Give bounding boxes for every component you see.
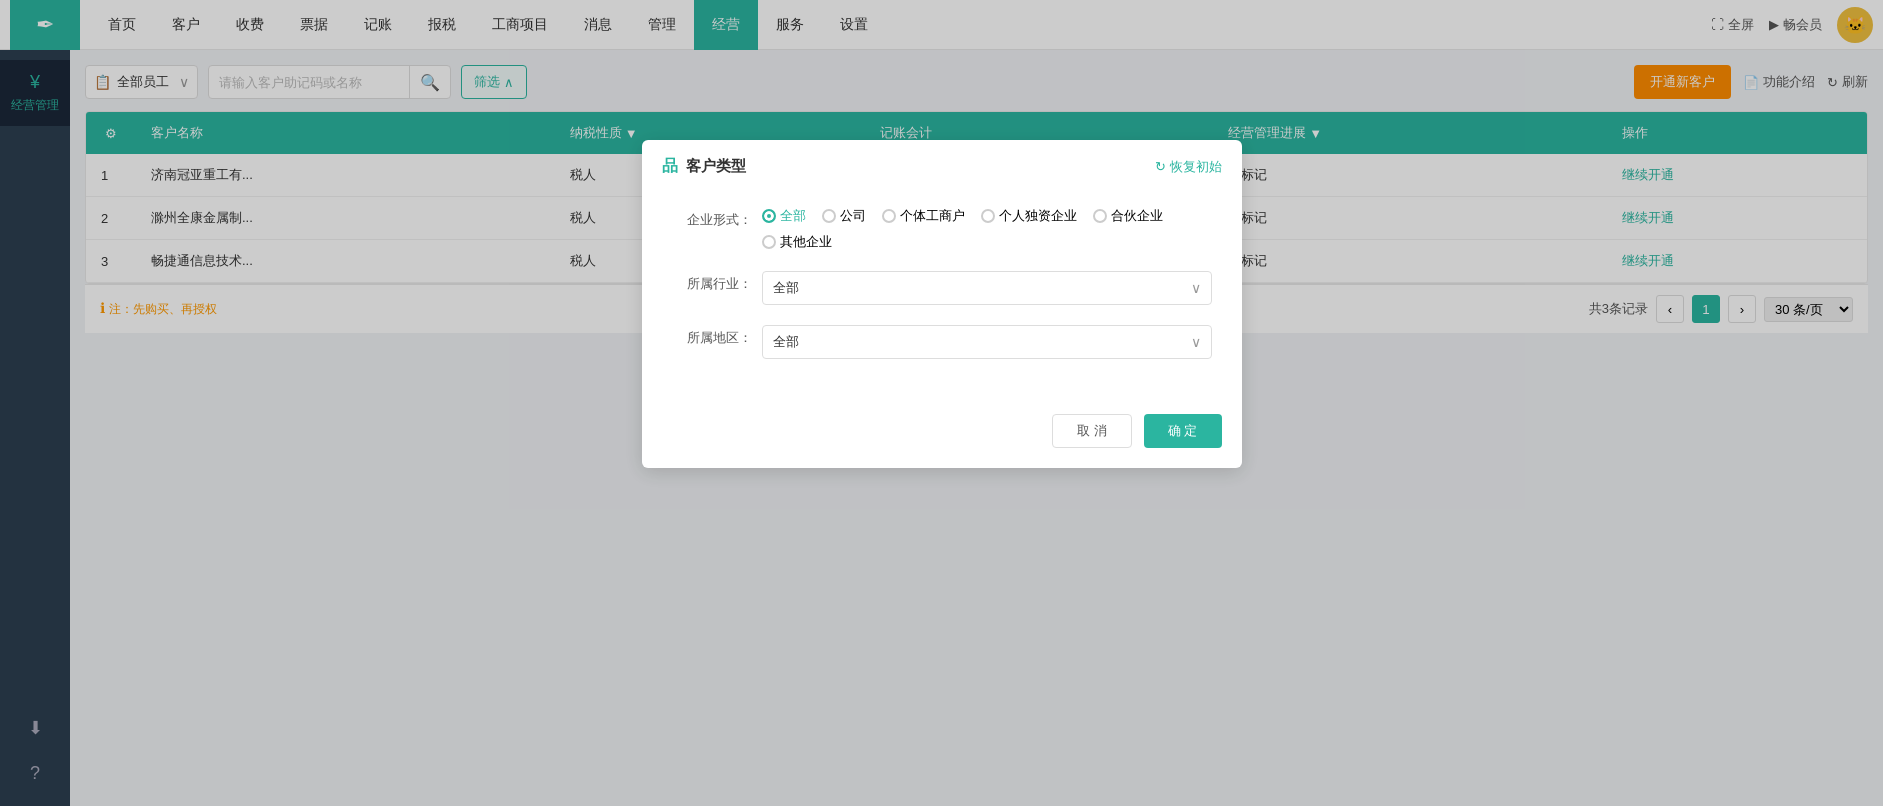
- radio-dot-sole: [981, 209, 995, 223]
- modal-cancel-button[interactable]: 取 消: [1052, 414, 1132, 448]
- modal-confirm-button[interactable]: 确 定: [1144, 414, 1222, 448]
- reset-label: 恢复初始: [1170, 158, 1222, 176]
- enterprise-form-label: 企业形式：: [672, 207, 752, 229]
- region-label: 所属地区：: [672, 325, 752, 347]
- radio-dot-all: [762, 209, 776, 223]
- enterprise-option-all-label: 全部: [780, 207, 806, 225]
- reset-icon: ↻: [1155, 159, 1166, 174]
- enterprise-option-individual-label: 个体工商户: [900, 207, 965, 225]
- modal-title-icon: 品: [662, 156, 678, 177]
- enterprise-option-individual[interactable]: 个体工商户: [882, 207, 965, 225]
- industry-form-row: 所属行业： 全部 ∨: [672, 271, 1212, 305]
- modal-title: 品 客户类型: [662, 156, 746, 177]
- region-select-value: 全部: [773, 333, 799, 351]
- radio-dot-individual: [882, 209, 896, 223]
- filter-modal: 品 客户类型 ↻ 恢复初始 企业形式： 全部: [642, 140, 1242, 468]
- enterprise-options: 全部 公司 个体工商户 个人独资企业: [762, 207, 1212, 251]
- radio-dot-company: [822, 209, 836, 223]
- region-select-arrow: ∨: [1191, 334, 1201, 350]
- region-form-row: 所属地区： 全部 ∨: [672, 325, 1212, 359]
- enterprise-option-other[interactable]: 其他企业: [762, 233, 832, 251]
- industry-select-value: 全部: [773, 279, 799, 297]
- industry-select-container: 全部 ∨: [762, 271, 1212, 305]
- region-select-container: 全部 ∨: [762, 325, 1212, 359]
- enterprise-option-other-label: 其他企业: [780, 233, 832, 251]
- industry-select[interactable]: 全部 ∨: [762, 271, 1212, 305]
- enterprise-option-sole[interactable]: 个人独资企业: [981, 207, 1077, 225]
- modal-title-text: 客户类型: [686, 157, 746, 176]
- radio-dot-other: [762, 235, 776, 249]
- enterprise-option-all[interactable]: 全部: [762, 207, 806, 225]
- enterprise-form-row: 企业形式： 全部 公司 个体工商户: [672, 207, 1212, 251]
- industry-select-arrow: ∨: [1191, 280, 1201, 296]
- enterprise-option-company[interactable]: 公司: [822, 207, 866, 225]
- modal-overlay[interactable]: 品 客户类型 ↻ 恢复初始 企业形式： 全部: [0, 0, 1883, 806]
- modal-body: 企业形式： 全部 公司 个体工商户: [642, 187, 1242, 399]
- modal-reset-button[interactable]: ↻ 恢复初始: [1155, 158, 1222, 176]
- industry-label: 所属行业：: [672, 271, 752, 293]
- enterprise-option-partnership[interactable]: 合伙企业: [1093, 207, 1163, 225]
- enterprise-option-sole-label: 个人独资企业: [999, 207, 1077, 225]
- enterprise-radio-group: 全部 公司 个体工商户 个人独资企业: [762, 207, 1212, 251]
- enterprise-option-partnership-label: 合伙企业: [1111, 207, 1163, 225]
- radio-dot-partnership: [1093, 209, 1107, 223]
- enterprise-option-company-label: 公司: [840, 207, 866, 225]
- modal-header: 品 客户类型 ↻ 恢复初始: [642, 140, 1242, 187]
- region-select[interactable]: 全部 ∨: [762, 325, 1212, 359]
- modal-footer: 取 消 确 定: [642, 399, 1242, 468]
